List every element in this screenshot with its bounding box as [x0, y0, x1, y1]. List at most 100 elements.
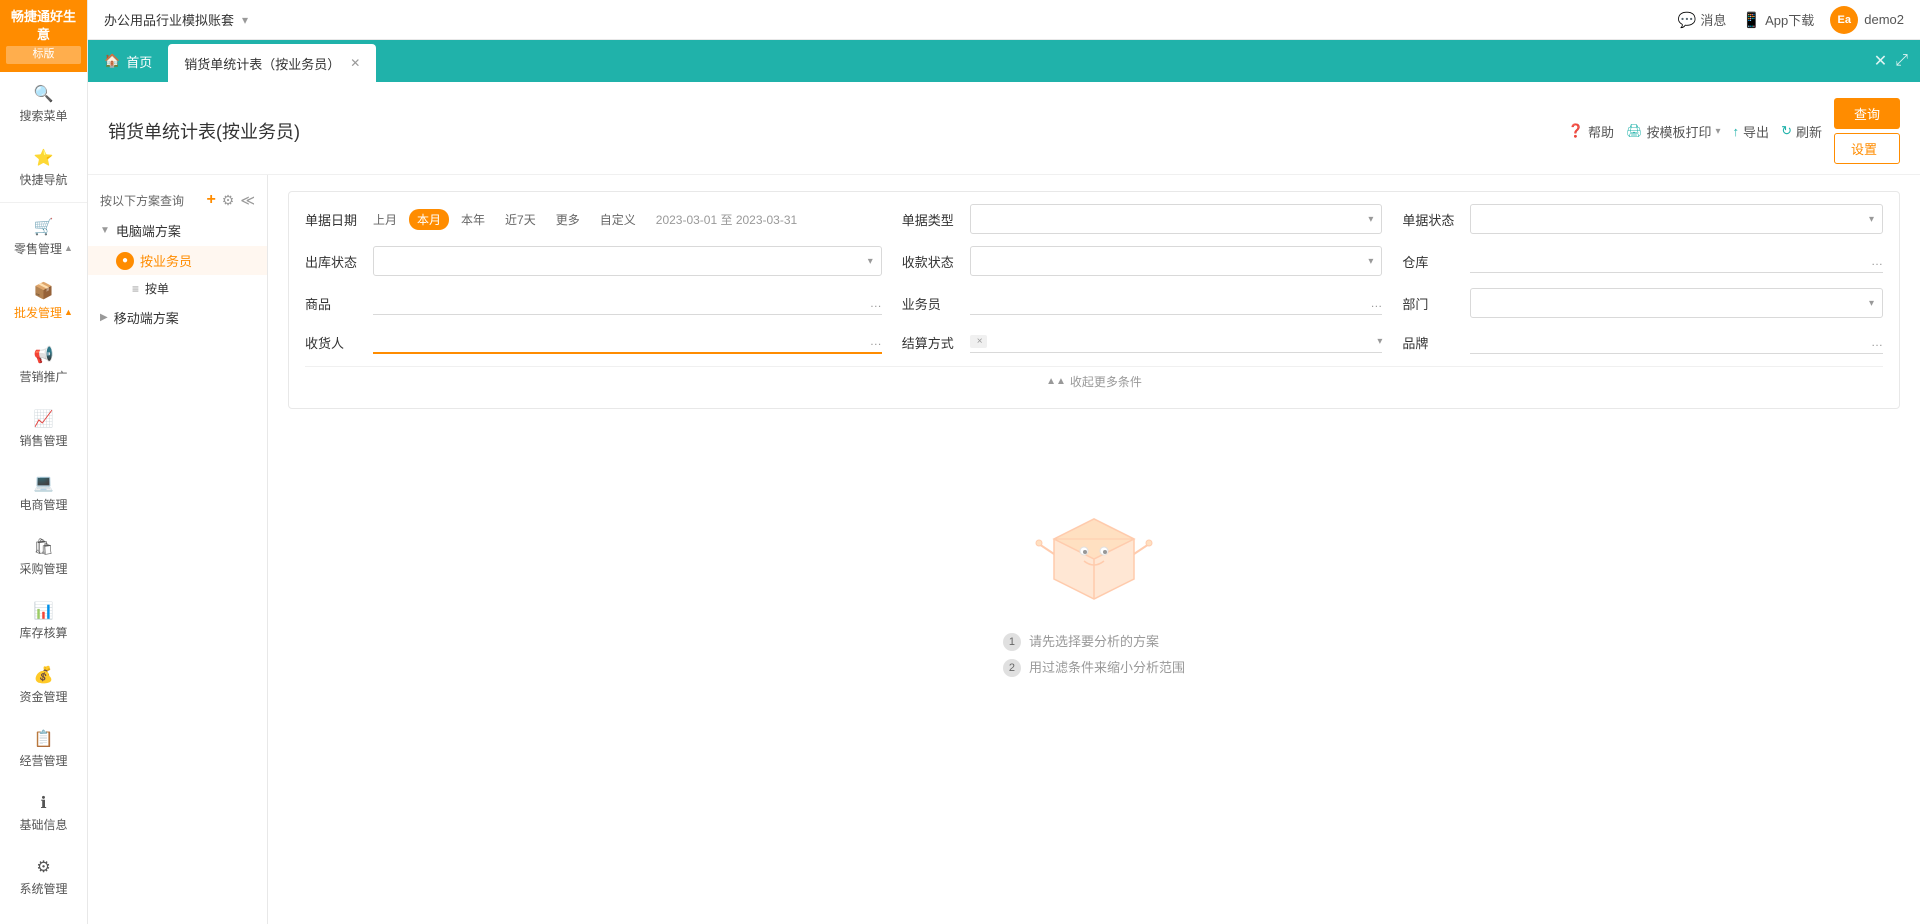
sidebar-item-ecom-label: 电商管理 — [19, 496, 67, 513]
department-select[interactable]: ▾ — [1470, 288, 1883, 318]
warehouse-input[interactable]: … — [1470, 250, 1883, 273]
sidebar-item-wholesale-label: 批发管理 ▲ — [14, 304, 73, 321]
consignee-label: 收货人 — [305, 333, 365, 352]
settlement-tag-close-icon[interactable]: × — [977, 336, 983, 347]
sidebar-item-finance[interactable]: 💰 资金管理 — [0, 653, 87, 717]
dropdown-arrow-icon[interactable]: ▾ — [242, 13, 248, 27]
export-label: 导出 — [1743, 122, 1769, 141]
sidebar-item-system[interactable]: ⚙ 系统管理 — [0, 845, 87, 909]
doctype-label: 单据类型 — [902, 210, 962, 229]
sidebar-item-sales[interactable]: 📈 销售管理 — [0, 397, 87, 461]
sidebar-item-operation-label: 经营管理 — [19, 752, 67, 769]
brand-label: 品牌 — [1402, 333, 1462, 352]
goods-more-icon[interactable]: … — [870, 296, 882, 310]
tab-report[interactable]: 销货单统计表（按业务员） ✕ — [168, 44, 376, 82]
app-download-label: App下载 — [1765, 10, 1814, 29]
phone-icon: 📱 — [1742, 11, 1761, 29]
docstatus-label: 单据状态 — [1402, 210, 1462, 229]
export-button[interactable]: ↑ 导出 — [1733, 122, 1770, 141]
docstatus-select[interactable]: ▾ — [1470, 204, 1883, 234]
system-icon: ⚙ — [36, 857, 50, 877]
collapse-button[interactable]: ▲▲ 收起更多条件 — [305, 366, 1883, 396]
sidebar-item-purchase[interactable]: 🛍 采购管理 — [0, 525, 87, 589]
consignee-input[interactable]: … — [373, 330, 882, 354]
tab-home[interactable]: 🏠 首页 — [88, 40, 168, 82]
app-download-action[interactable]: 📱 App下载 — [1742, 10, 1814, 29]
tree-salesperson-label: 按业务员 — [140, 251, 192, 270]
salesperson-more-icon[interactable]: … — [1370, 296, 1382, 310]
warehouse-more-icon[interactable]: … — [1871, 254, 1883, 268]
search-icon: 🔍 — [34, 84, 54, 104]
left-panel-icons: + ⚙ ≪ — [206, 191, 255, 209]
goods-input[interactable]: … — [373, 292, 882, 315]
sidebar-item-wholesale[interactable]: 📦 批发管理 ▲ — [0, 269, 87, 333]
sidebar-logo-text: 畅捷通好生意 标版 — [6, 8, 81, 64]
brand-more-icon[interactable]: … — [1871, 335, 1883, 349]
date-tab-custom[interactable]: 自定义 — [592, 209, 644, 230]
help-label: 帮助 — [1588, 122, 1614, 141]
sidebar-item-enterprise[interactable]: 🤝 企业协同 — [0, 909, 87, 924]
export-icon: ↑ — [1733, 124, 1740, 139]
date-tab-last7[interactable]: 近7天 — [497, 209, 544, 230]
settings-scheme-icon[interactable]: ⚙ — [222, 192, 235, 209]
page-title: 销货单统计表(按业务员) — [108, 118, 300, 144]
sales-icon: 📈 — [34, 409, 54, 429]
filter-doctype: 单据类型 ▾ — [902, 204, 1383, 234]
tab-bar-actions: ✕ ⤢ — [1874, 51, 1920, 71]
outstatus-select[interactable]: ▾ — [373, 246, 882, 276]
settlement-dropdown-icon: ▾ — [1377, 336, 1382, 347]
tree-mobile-schemes[interactable]: ▶ 移动端方案 — [88, 302, 267, 333]
sidebar-item-inventory[interactable]: 📊 库存核算 — [0, 589, 87, 653]
filter-brand: 品牌 … — [1402, 331, 1883, 354]
sidebar: 畅捷通好生意 标版 🔍 搜索菜单 ⭐ 快捷导航 🛒 零售管理 ▲ 📦 批发管理 … — [0, 0, 88, 924]
date-tab-thismonth[interactable]: 本月 — [409, 209, 449, 230]
date-tab-more[interactable]: 更多 — [548, 209, 588, 230]
sidebar-item-marketing-label: 营销推广 — [19, 368, 67, 385]
brand-input[interactable]: … — [1470, 331, 1883, 354]
goods-label: 商品 — [305, 294, 365, 313]
message-action[interactable]: 💬 消息 — [1678, 10, 1727, 29]
salesperson-input[interactable]: … — [970, 292, 1383, 315]
order-icon: ≡ — [132, 282, 139, 296]
right-panel: 单据日期 上月 本月 本年 近7天 更多 自定义 20 — [268, 175, 1920, 924]
doctype-select[interactable]: ▾ — [970, 204, 1383, 234]
settlement-label: 结算方式 — [902, 333, 962, 352]
tree-item-order[interactable]: ≡ 按单 — [88, 275, 267, 302]
query-button[interactable]: 查询 — [1834, 98, 1900, 129]
add-scheme-icon[interactable]: + — [206, 191, 215, 209]
help-button[interactable]: ❓ 帮助 — [1568, 122, 1614, 141]
user-menu[interactable]: Ea demo2 — [1830, 6, 1904, 34]
sidebar-item-quick-label: 快捷导航 — [19, 171, 67, 188]
close-tab-icon[interactable]: ✕ — [1874, 51, 1887, 71]
sidebar-item-sales-label: 销售管理 — [19, 432, 67, 449]
settings-button[interactable]: 设置 — [1834, 133, 1900, 164]
left-panel-header: 按以下方案查询 + ⚙ ≪ — [88, 185, 267, 215]
date-tab-lastmonth[interactable]: 上月 — [365, 209, 405, 230]
warehouse-label: 仓库 — [1402, 252, 1462, 271]
empty-state: 1 请先选择要分析的方案 2 用过滤条件来缩小分析范围 — [288, 409, 1900, 761]
sidebar-item-quick[interactable]: ⭐ 快捷导航 — [0, 136, 87, 200]
refresh-button[interactable]: ↻ 刷新 — [1781, 122, 1822, 141]
receiptstatus-select[interactable]: ▾ — [970, 246, 1383, 276]
tip1-text: 请先选择要分析的方案 — [1029, 629, 1159, 655]
expand-tab-icon[interactable]: ⤢ — [1895, 52, 1908, 70]
tree-pc-schemes[interactable]: ▼ 电脑端方案 — [88, 215, 267, 246]
sidebar-item-marketing[interactable]: 📢 营销推广 — [0, 333, 87, 397]
sidebar-item-basic[interactable]: ℹ 基础信息 — [0, 781, 87, 845]
tab-close-icon[interactable]: ✕ — [350, 56, 360, 70]
sidebar-item-retail[interactable]: 🛒 零售管理 ▲ — [0, 205, 87, 269]
collapse-panel-icon[interactable]: ≪ — [240, 192, 255, 209]
print-button[interactable]: 🖨 按模板打印 ▾ — [1626, 122, 1721, 141]
tab-report-label: 销货单统计表（按业务员） — [184, 54, 340, 73]
consignee-more-icon[interactable]: … — [870, 334, 882, 348]
sidebar-item-search[interactable]: 🔍 搜索菜单 — [0, 72, 87, 136]
sidebar-item-ecom[interactable]: 💻 电商管理 — [0, 461, 87, 525]
outstatus-label: 出库状态 — [305, 252, 365, 271]
tree-item-salesperson[interactable]: ● 按业务员 — [88, 246, 267, 275]
date-tabs: 上月 本月 本年 近7天 更多 自定义 — [365, 209, 644, 230]
date-tab-thisyear[interactable]: 本年 — [453, 209, 493, 230]
selected-badge: ● — [116, 252, 134, 270]
sidebar-item-operation[interactable]: 📋 经营管理 — [0, 717, 87, 781]
settlement-control[interactable]: × ▾ — [970, 331, 1383, 353]
sidebar-logo[interactable]: 畅捷通好生意 标版 — [0, 0, 87, 72]
